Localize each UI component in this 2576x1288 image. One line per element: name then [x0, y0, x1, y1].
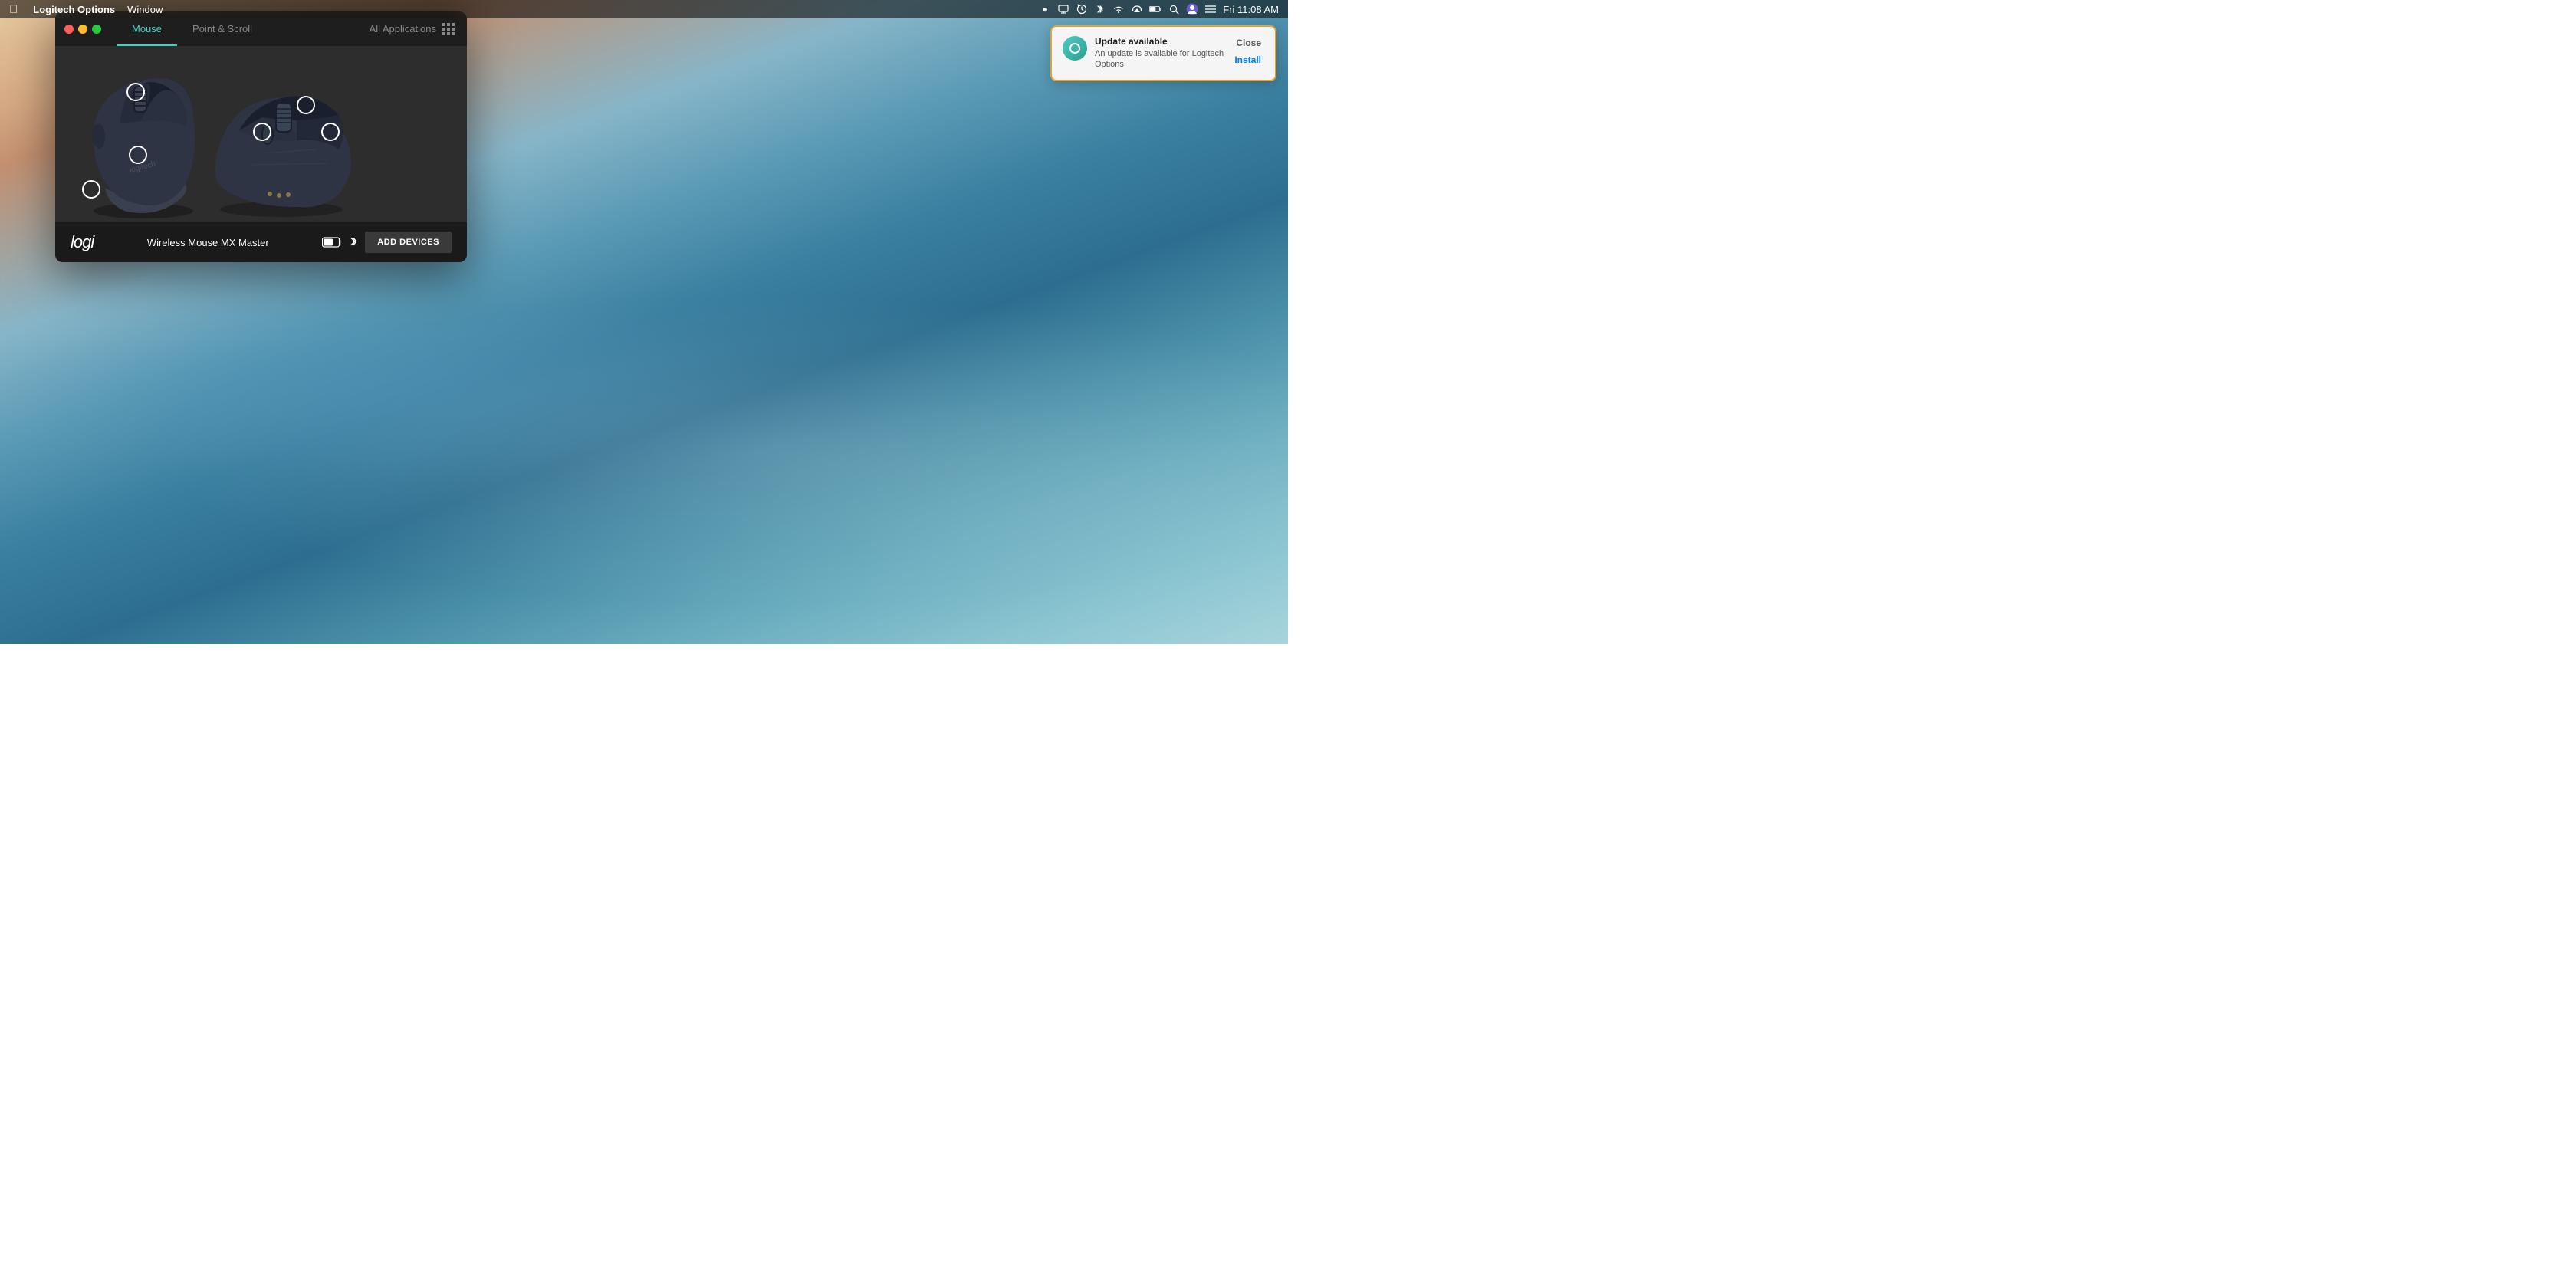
mouse-secondary-view: [197, 80, 362, 219]
logi-logo: logi: [71, 232, 94, 252]
notification-install-button[interactable]: Install: [1231, 53, 1264, 67]
indicator-right-button[interactable]: [321, 123, 340, 141]
mouse-secondary-svg: [197, 80, 362, 219]
minimize-button[interactable]: [78, 25, 87, 34]
grid-icon: [442, 23, 455, 35]
device-name: Wireless Mouse MX Master: [147, 237, 269, 248]
app-content: logitech: [55, 46, 467, 222]
notification-content: Update available An update is available …: [1095, 36, 1224, 71]
add-devices-button[interactable]: ADD DEVICES: [365, 232, 452, 253]
notification-app-icon: [1063, 36, 1087, 61]
window-controls: [55, 25, 110, 34]
menubar:  Logitech Options Window ●: [0, 0, 1288, 18]
notification-close-button[interactable]: Close: [1231, 36, 1264, 50]
notification-body: An update is available for Logitech Opti…: [1095, 48, 1224, 71]
apple-menu[interactable]: : [9, 3, 18, 16]
indicator-left-side[interactable]: [82, 180, 100, 199]
wifi-icon[interactable]: [1112, 3, 1125, 15]
app-footer: logi Wireless Mouse MX Master ADD DEVICE…: [55, 222, 467, 262]
1password-icon[interactable]: ●: [1039, 3, 1051, 15]
indicator-scroll-wheel[interactable]: [127, 83, 145, 101]
mouse-main-view: logitech: [71, 61, 212, 222]
all-applications-section[interactable]: All Applications: [370, 23, 467, 35]
battery-menubar-icon[interactable]: [1149, 3, 1162, 15]
menu-icon[interactable]: [1204, 3, 1217, 15]
menubar-left:  Logitech Options Window: [9, 3, 163, 16]
notification-buttons: Close Install: [1231, 36, 1264, 67]
menubar-right: ●: [1039, 3, 1279, 15]
display-icon[interactable]: [1057, 3, 1070, 15]
airplay-icon[interactable]: [1131, 3, 1143, 15]
device-bluetooth-icon: [350, 235, 357, 250]
notification-popup: Update available An update is available …: [1050, 25, 1276, 81]
mouse-display: logitech: [55, 46, 467, 222]
timemachine-icon[interactable]: [1076, 3, 1088, 15]
app-window: Mouse Point & Scroll All Applications: [55, 12, 467, 262]
user-avatar-icon[interactable]: [1186, 3, 1198, 15]
device-battery-icon: [322, 237, 342, 248]
window-menu[interactable]: Window: [127, 4, 163, 15]
menubar-clock: Fri 11:08 AM: [1223, 4, 1279, 15]
indicator-side-button[interactable]: [129, 146, 147, 164]
indicator-side-wheel[interactable]: [253, 123, 271, 141]
bluetooth-menubar-icon[interactable]: [1094, 3, 1106, 15]
maximize-button[interactable]: [92, 25, 101, 34]
close-button[interactable]: [64, 25, 74, 34]
indicator-top-button[interactable]: [297, 96, 315, 114]
search-menubar-icon[interactable]: [1168, 3, 1180, 15]
notification-icon-inner: [1070, 43, 1080, 54]
notification-title: Update available: [1095, 36, 1224, 47]
app-menu-name[interactable]: Logitech Options: [33, 4, 115, 15]
footer-right: ADD DEVICES: [322, 232, 452, 253]
